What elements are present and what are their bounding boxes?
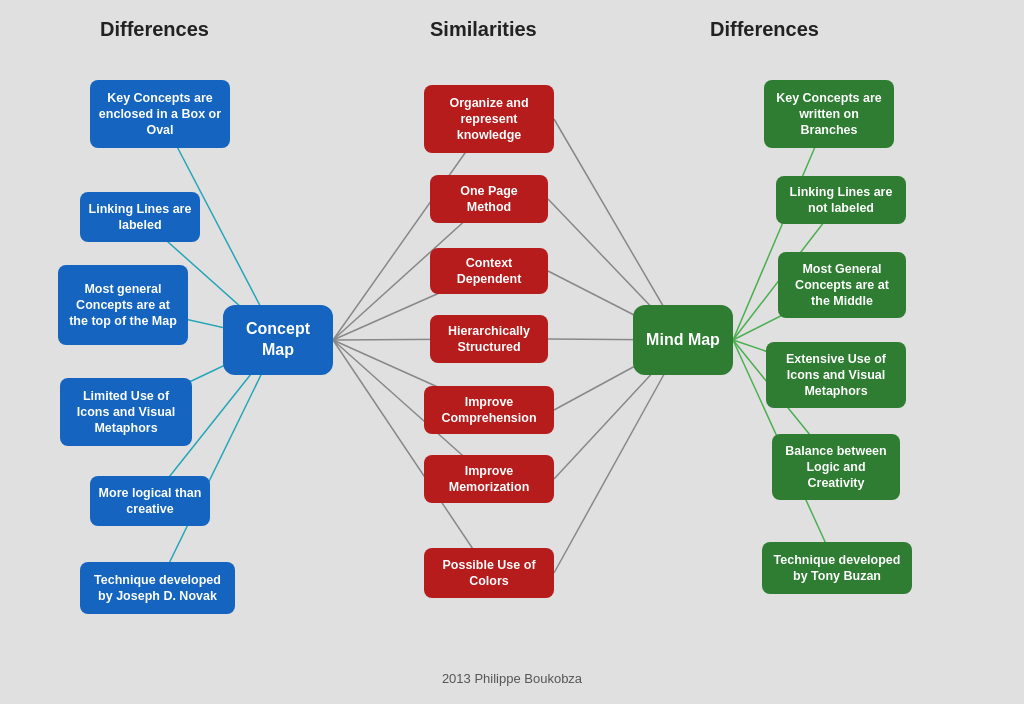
center-node-c5: Improve Comprehension — [424, 386, 554, 434]
left-node-l3: Most general Concepts are at the top of … — [58, 265, 188, 345]
diagram-container: Differences Similarities Differences — [0, 0, 1024, 704]
mind-map-node: Mind Map — [633, 305, 733, 375]
title-left: Differences — [100, 18, 209, 41]
concept-map-node: Concept Map — [223, 305, 333, 375]
right-node-r3: Most General Concepts are at the Middle — [778, 252, 906, 318]
right-node-r5: Balance between Logic and Creativity — [772, 434, 900, 500]
right-node-r2: Linking Lines are not labeled — [776, 176, 906, 224]
right-node-r1: Key Concepts are written on Branches — [764, 80, 894, 148]
title-right: Differences — [710, 18, 819, 41]
center-node-c1: Organize and represent knowledge — [424, 85, 554, 153]
center-node-c6: Improve Memorization — [424, 455, 554, 503]
center-node-c2: One Page Method — [430, 175, 548, 223]
left-node-l4: Limited Use of Icons and Visual Metaphor… — [60, 378, 192, 446]
left-node-l2: Linking Lines are labeled — [80, 192, 200, 242]
title-center: Similarities — [430, 18, 537, 41]
left-node-l6: Technique developed by Joseph D. Novak — [80, 562, 235, 614]
right-node-r4: Extensive Use of Icons and Visual Metaph… — [766, 342, 906, 408]
center-node-c4: Hierarchically Structured — [430, 315, 548, 363]
footer-credit: 2013 Philippe Boukobza — [0, 671, 1024, 686]
center-node-c3: Context Dependent — [430, 248, 548, 294]
right-node-r6: Technique developed by Tony Buzan — [762, 542, 912, 594]
left-node-l1: Key Concepts are enclosed in a Box or Ov… — [90, 80, 230, 148]
left-node-l5: More logical than creative — [90, 476, 210, 526]
center-node-c7: Possible Use of Colors — [424, 548, 554, 598]
